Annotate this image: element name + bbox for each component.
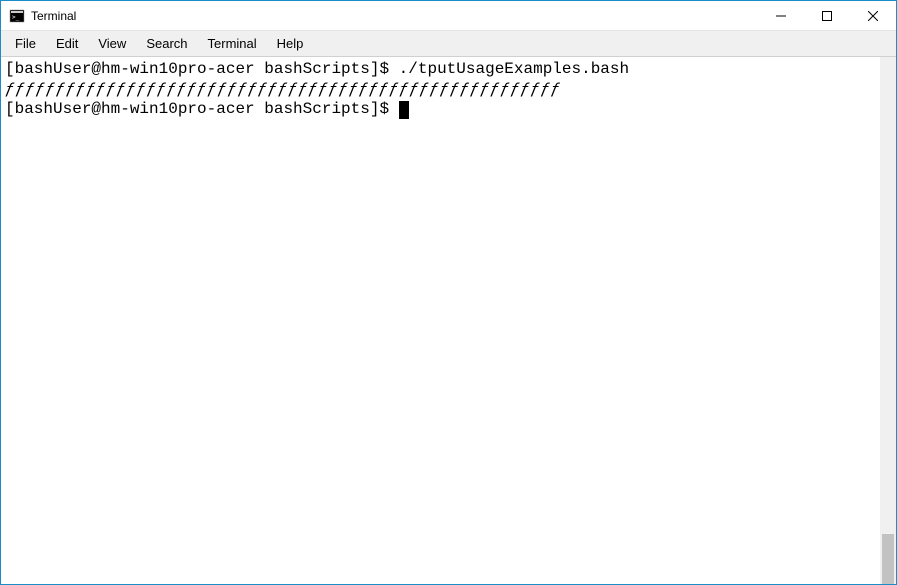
window-controls — [758, 1, 896, 30]
scrollbar-thumb[interactable] — [882, 534, 894, 584]
menu-file[interactable]: File — [5, 33, 46, 54]
titlebar[interactable]: >_ Terminal — [1, 1, 896, 31]
maximize-button[interactable] — [804, 1, 850, 30]
minimize-button[interactable] — [758, 1, 804, 30]
menu-terminal[interactable]: Terminal — [198, 33, 267, 54]
prompt-text: [bashUser@hm-win10pro-acer bashScripts]$ — [5, 100, 399, 118]
menubar: File Edit View Search Terminal Help — [1, 31, 896, 57]
terminal-app-icon: >_ — [9, 8, 25, 24]
terminal-content[interactable]: [bashUser@hm-win10pro-acer bashScripts]$… — [1, 57, 879, 584]
terminal-window: >_ Terminal File — [0, 0, 897, 585]
menu-search[interactable]: Search — [136, 33, 197, 54]
output-text: ƒƒƒƒƒƒƒƒƒƒƒƒƒƒƒƒƒƒƒƒƒƒƒƒƒƒƒƒƒƒƒƒƒƒƒƒƒƒƒƒ… — [5, 80, 561, 98]
terminal-line: [bashUser@hm-win10pro-acer bashScripts]$ — [5, 99, 875, 119]
svg-text:>_: >_ — [12, 14, 20, 21]
command-text: ./tputUsageExamples.bash — [399, 60, 629, 78]
vertical-scrollbar[interactable] — [879, 57, 896, 584]
menu-edit[interactable]: Edit — [46, 33, 88, 54]
close-button[interactable] — [850, 1, 896, 30]
terminal-body: [bashUser@hm-win10pro-acer bashScripts]$… — [1, 57, 896, 584]
menu-view[interactable]: View — [88, 33, 136, 54]
window-title: Terminal — [31, 9, 76, 23]
terminal-line: ƒƒƒƒƒƒƒƒƒƒƒƒƒƒƒƒƒƒƒƒƒƒƒƒƒƒƒƒƒƒƒƒƒƒƒƒƒƒƒƒ… — [5, 79, 875, 99]
prompt-text: [bashUser@hm-win10pro-acer bashScripts]$ — [5, 60, 399, 78]
terminal-line: [bashUser@hm-win10pro-acer bashScripts]$… — [5, 59, 875, 79]
menu-help[interactable]: Help — [267, 33, 314, 54]
cursor-icon — [399, 101, 409, 119]
